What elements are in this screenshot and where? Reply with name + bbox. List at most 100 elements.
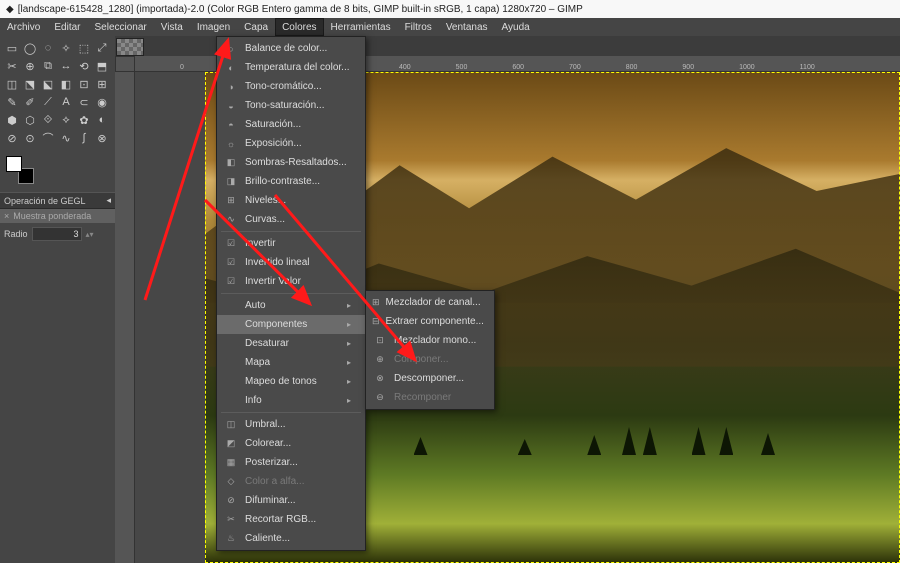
tool-button[interactable]: ⟲ [76, 58, 92, 74]
menu-item-icon: ☑ [223, 238, 239, 249]
tool-button[interactable]: ⊙ [22, 130, 38, 146]
tool-button[interactable]: ∫ [76, 130, 92, 146]
menu-ayuda[interactable]: Ayuda [495, 18, 537, 36]
image-tab[interactable] [116, 38, 144, 56]
tool-button[interactable]: ◧ [58, 76, 74, 92]
components-submenu[interactable]: ⊞Mezclador de canal...⊟Extraer component… [365, 290, 495, 410]
menu-item[interactable]: Mapa▸ [217, 353, 365, 372]
menu-item[interactable]: ♨Caliente... [217, 529, 365, 548]
menu-item-label: Recortar RGB... [245, 514, 316, 525]
tool-button[interactable]: ▭ [4, 40, 20, 56]
tool-button[interactable]: ⤢ [94, 40, 110, 56]
menu-item[interactable]: ◒Tono-saturación... [217, 96, 365, 115]
tool-button[interactable]: ⬔ [22, 76, 38, 92]
tool-button[interactable]: ⬒ [94, 58, 110, 74]
radius-input[interactable] [32, 227, 82, 241]
tool-button[interactable]: A [58, 94, 74, 110]
menu-item[interactable]: ∿Curvas... [217, 210, 365, 229]
tool-button[interactable]: ⊗ [94, 130, 110, 146]
menu-item-label: Exposición... [245, 138, 302, 149]
menu-vista[interactable]: Vista [154, 18, 190, 36]
menu-filtros[interactable]: Filtros [398, 18, 439, 36]
tool-button[interactable]: ∿ [58, 130, 74, 146]
spinner-icon[interactable]: ▴▾ [86, 230, 94, 239]
menu-item[interactable]: Desaturar▸ [217, 334, 365, 353]
menu-item[interactable]: ⊡Mezclador mono... [366, 331, 494, 350]
menu-item[interactable]: ⊟Extraer componente... [366, 312, 494, 331]
tool-button[interactable]: ↔ [58, 58, 74, 74]
menu-item[interactable]: Componentes▸ [217, 315, 365, 334]
colors-menu[interactable]: ○Balance de color...◐Temperatura del col… [216, 36, 366, 551]
tool-button[interactable]: ⧉ [40, 58, 56, 74]
dock-subtitle[interactable]: ×Muestra ponderada [0, 209, 115, 223]
tool-button[interactable]: ◐ [94, 112, 110, 128]
menubar[interactable]: ArchivoEditarSeleccionarVistaImagenCapaC… [0, 18, 900, 36]
menu-herramientas[interactable]: Herramientas [324, 18, 398, 36]
menu-item[interactable]: ◓Saturación... [217, 115, 365, 134]
toolbox: ▭◯◌✧⬚⤢ ✂⊕⧉↔⟲⬒ ◫⬔⬕◧⊡⊞ ✎✐⟋A⊂◉ ⬢⬡⟐⟡✿◐ ⊘⊙⌒∿∫⊗ [0, 36, 115, 150]
menu-editar[interactable]: Editar [47, 18, 87, 36]
tool-button[interactable]: ◯ [22, 40, 38, 56]
menu-item-icon: ⊡ [372, 335, 388, 346]
menu-item[interactable]: ○Balance de color... [217, 39, 365, 58]
fg-color-swatch[interactable] [6, 156, 22, 172]
tool-button[interactable]: ⊞ [94, 76, 110, 92]
submenu-arrow-icon: ▸ [337, 377, 351, 386]
dock-arrow-icon[interactable]: ◂ [106, 195, 111, 206]
menu-item[interactable]: ◧Sombras-Resaltados... [217, 153, 365, 172]
menu-item[interactable]: ◫Umbral... [217, 415, 365, 434]
tool-button[interactable]: ⬢ [4, 112, 20, 128]
tool-button[interactable]: ⊕ [22, 58, 38, 74]
menu-item[interactable]: ◨Brillo-contraste... [217, 172, 365, 191]
menu-item[interactable]: ☑Invertir [217, 234, 365, 253]
menu-archivo[interactable]: Archivo [0, 18, 47, 36]
menu-item[interactable]: Info▸ [217, 391, 365, 410]
tool-button[interactable]: ✿ [76, 112, 92, 128]
menu-item[interactable]: ▦Posterizar... [217, 453, 365, 472]
tool-button[interactable]: ◉ [94, 94, 110, 110]
menu-item[interactable]: ◑Tono-cromático... [217, 77, 365, 96]
menu-imagen[interactable]: Imagen [190, 18, 237, 36]
tool-button[interactable]: ◌ [40, 40, 56, 56]
menu-item[interactable]: ✂Recortar RGB... [217, 510, 365, 529]
menu-seleccionar[interactable]: Seleccionar [87, 18, 153, 36]
tool-button[interactable]: ✧ [58, 40, 74, 56]
menu-item[interactable]: ⊖Recomponer [366, 388, 494, 407]
tool-button[interactable]: ⌒ [40, 130, 56, 146]
tool-button[interactable]: ⬚ [76, 40, 92, 56]
tool-button[interactable]: ⊡ [76, 76, 92, 92]
menu-item-icon: ◧ [223, 157, 239, 168]
menu-item[interactable]: ⊘Difuminar... [217, 491, 365, 510]
menu-item[interactable]: ☑Invertido lineal [217, 253, 365, 272]
dock-close-icon[interactable]: × [4, 211, 9, 221]
menu-item[interactable]: ⊗Descomponer... [366, 369, 494, 388]
tool-button[interactable]: ⬕ [40, 76, 56, 92]
menu-item[interactable]: ☑Invertir Valor [217, 272, 365, 291]
menu-item[interactable]: ☼Exposición... [217, 134, 365, 153]
menu-item[interactable]: ◩Colorear... [217, 434, 365, 453]
menu-colores[interactable]: Colores [275, 18, 323, 36]
menu-capa[interactable]: Capa [237, 18, 275, 36]
tool-button[interactable]: ⊘ [4, 130, 20, 146]
menu-item[interactable]: Auto▸ [217, 296, 365, 315]
menu-item[interactable]: ⊞Mezclador de canal... [366, 293, 494, 312]
menu-item[interactable]: Mapeo de tonos▸ [217, 372, 365, 391]
tool-button[interactable]: ✂ [4, 58, 20, 74]
tool-button[interactable]: ⟐ [40, 112, 56, 128]
tool-button[interactable]: ⬡ [22, 112, 38, 128]
menu-item[interactable]: ◐Temperatura del color... [217, 58, 365, 77]
ruler-vertical[interactable] [115, 72, 135, 563]
tool-button[interactable]: ⊂ [76, 94, 92, 110]
tool-button[interactable]: ⟋ [40, 94, 56, 110]
menu-item-label: Descomponer... [394, 373, 464, 384]
menu-item[interactable]: ◇Color a alfa... [217, 472, 365, 491]
tool-button[interactable]: ✎ [4, 94, 20, 110]
menu-ventanas[interactable]: Ventanas [439, 18, 495, 36]
tool-button[interactable]: ✐ [22, 94, 38, 110]
tool-button[interactable]: ⟡ [58, 112, 74, 128]
menu-item[interactable]: ⊕Componer... [366, 350, 494, 369]
tool-button[interactable]: ◫ [4, 76, 20, 92]
color-swatches[interactable] [6, 156, 34, 184]
menu-item[interactable]: ⊞Niveles... [217, 191, 365, 210]
dock-header: Operación de GEGL ◂ [0, 192, 115, 209]
